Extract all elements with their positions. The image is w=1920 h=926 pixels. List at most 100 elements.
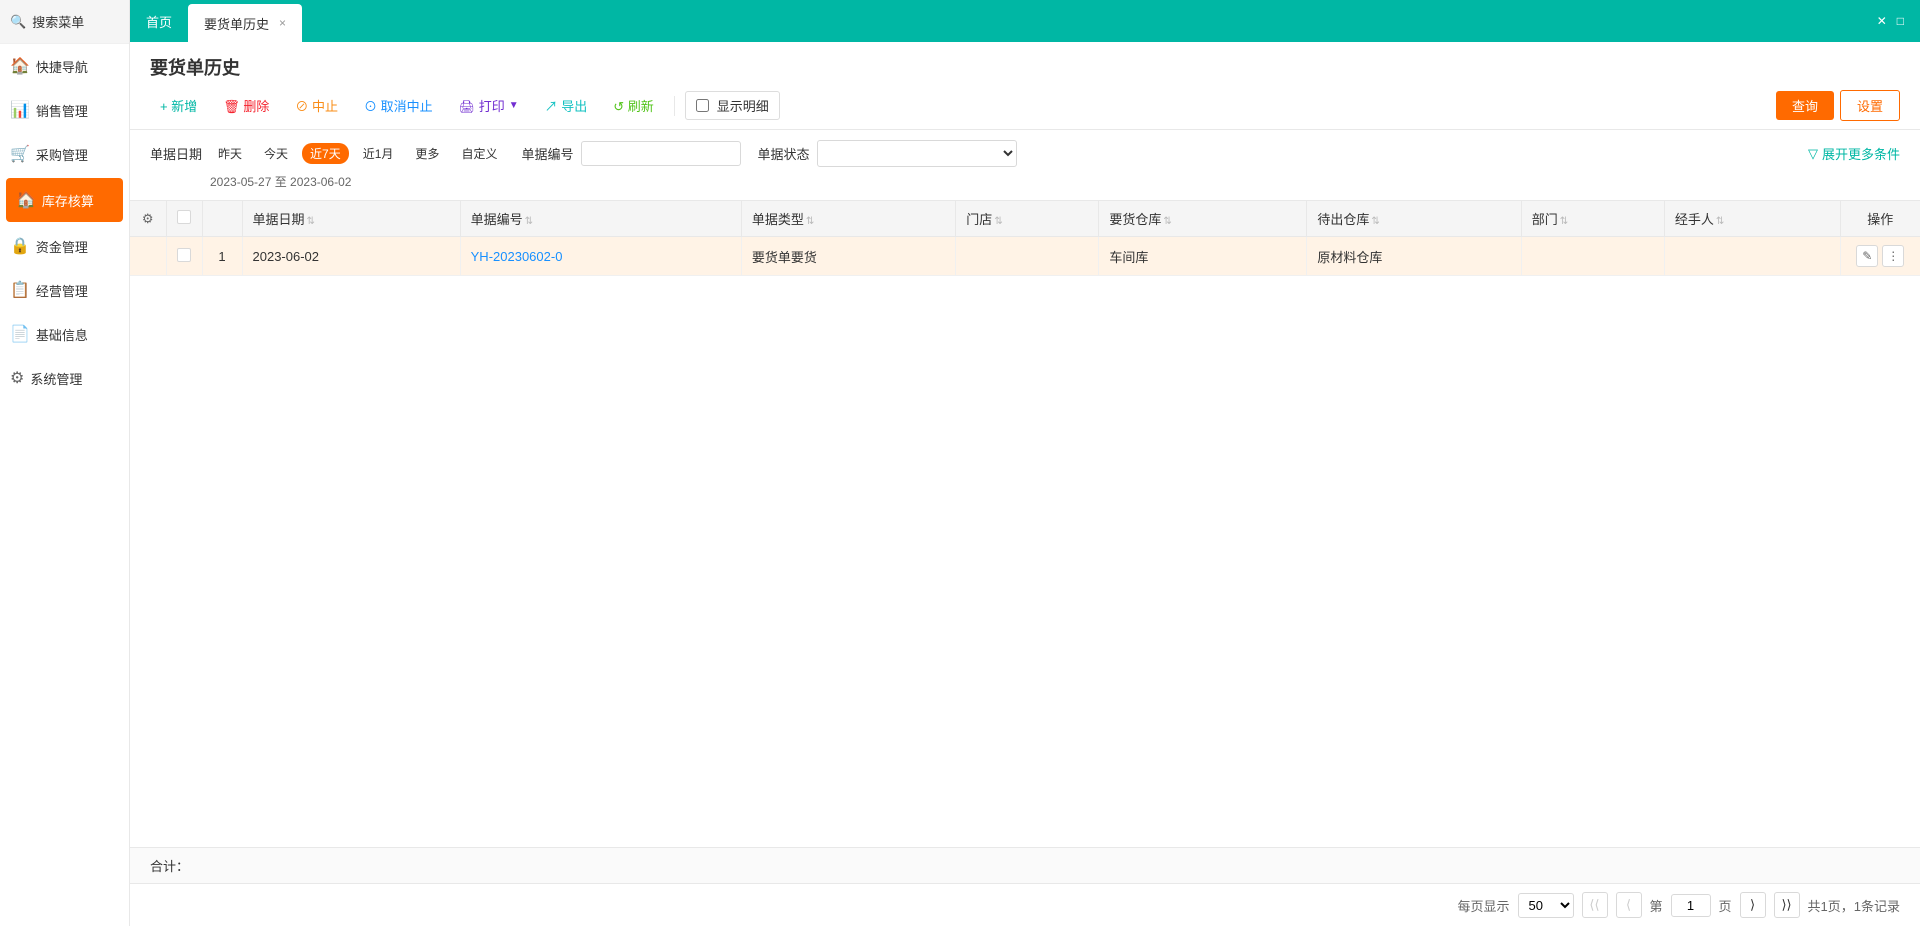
data-table: ⚙单据日期⇅单据编号⇅单据类型⇅门店⇅要货仓库⇅待出仓库⇅部门⇅经手人⇅操作 1… [130,201,1920,276]
col-header-pending_warehouse[interactable]: 待出仓库⇅ [1307,201,1521,237]
inventory-icon: 🏠 [16,190,36,210]
page-title: 要货单历史 [150,54,1900,80]
topbar: 首页要货单历史× ✕ □ [130,0,1920,42]
store-cell [956,237,1099,276]
date-cell: 2023-06-02 [242,237,460,276]
table-wrapper: ⚙单据日期⇅单据编号⇅单据类型⇅门店⇅要货仓库⇅待出仓库⇅部门⇅经手人⇅操作 1… [130,201,1920,847]
handler-cell [1664,237,1840,276]
col-header-handler[interactable]: 经手人⇅ [1664,201,1840,237]
col-header-store[interactable]: 门店⇅ [956,201,1099,237]
expand-more-label: 展开更多条件 [1822,144,1900,163]
date-shortcut-今天[interactable]: 今天 [256,143,296,164]
sidebar-item-basic-info[interactable]: 📄基础信息 [0,312,129,356]
print-button[interactable]: 🖨 打印 ▼ [449,92,529,119]
bill-no-input[interactable] [581,141,741,166]
expand-more-btn[interactable]: ▽ 展开更多条件 [1808,144,1900,163]
col-label-department: 部门 [1532,212,1558,227]
tab-requisition-history[interactable]: 要货单历史× [188,4,302,42]
col-label-date: 单据日期 [253,212,305,227]
sidebar-search-label: 搜索菜单 [32,12,84,31]
query-button[interactable]: 查询 [1776,91,1834,120]
finance-icon: 🔒 [10,236,30,256]
sort-icon-handler[interactable]: ⇅ [1716,216,1724,227]
sidebar-item-inventory[interactable]: 🏠 库存核算 [6,178,123,222]
checkbox-cell [166,237,202,276]
sort-icon-department[interactable]: ⇅ [1560,216,1568,227]
page-header: 要货单历史 + 新增 🗑 删除 ⊘ 中止 ⊙ 取消中止 🖨 打印 ▼ ↗ 导出 … [130,42,1920,130]
search-icon: 🔍 [10,14,26,30]
bill-no-link[interactable]: YH-20230602-0 [471,249,563,264]
sidebar-item-finance[interactable]: 🔒资金管理 [0,224,129,268]
col-header-bill_type[interactable]: 单据类型⇅ [741,201,955,237]
page-input[interactable] [1671,894,1711,917]
operations-icon: 📋 [10,280,30,300]
row-edit-btn[interactable]: ✎ [1856,245,1878,267]
sort-icon-store[interactable]: ⇅ [994,216,1002,227]
toolbar: + 新增 🗑 删除 ⊘ 中止 ⊙ 取消中止 🖨 打印 ▼ ↗ 导出 ↺ 刷新 显… [150,90,1900,129]
header-checkbox[interactable] [177,210,191,224]
col-label-handler: 经手人 [1675,212,1714,227]
settings-button[interactable]: 设置 [1840,90,1900,121]
bill-no-label: 单据编号 [521,144,573,163]
col-label-pending_warehouse: 待出仓库 [1317,212,1369,227]
stop-button[interactable]: ⊘ 中止 [285,92,348,119]
bill-status-select[interactable] [817,140,1017,167]
sort-icon-bill_type[interactable]: ⇅ [806,216,814,227]
add-button[interactable]: + 新增 [150,92,207,119]
export-button[interactable]: ↗ 导出 [535,92,598,119]
last-page-btn[interactable]: ⟩⟩ [1774,892,1800,918]
tab-home[interactable]: 首页 [130,0,188,42]
quick-nav-icon: 🏠 [10,56,30,76]
prev-page-btn[interactable]: ⟨ [1616,892,1642,918]
date-shortcut-自定义[interactable]: 自定义 [453,143,505,164]
table-footer: 合计： [130,847,1920,883]
next-page-btn[interactable]: ⟩ [1740,892,1766,918]
refresh-button[interactable]: ↺ 刷新 [603,92,664,119]
sidebar-item-sales[interactable]: 📊销售管理 [0,88,129,132]
date-shortcut-更多[interactable]: 更多 [407,143,447,164]
col-label-bill_type: 单据类型 [752,212,804,227]
date-shortcut-近1月[interactable]: 近1月 [355,143,402,164]
date-shortcut-近7天[interactable]: 近7天 [302,143,349,164]
sidebar-label-basic-info: 基础信息 [36,325,88,344]
row-checkbox[interactable] [177,248,191,262]
window-close-btn[interactable]: ✕ [1877,14,1887,28]
col-header-req_warehouse[interactable]: 要货仓库⇅ [1099,201,1307,237]
sidebar: 🔍 搜索菜单 🏠快捷导航📊销售管理🛒采购管理 🏠 库存核算 🔒资金管理 📋 经营管理 📄基础… [0,0,130,926]
col-header-date[interactable]: 单据日期⇅ [242,201,460,237]
sidebar-search[interactable]: 🔍 搜索菜单 [0,0,129,44]
date-shortcut-昨天[interactable]: 昨天 [210,143,250,164]
delete-button[interactable]: 🗑 删除 [213,92,279,119]
sort-icon-date[interactable]: ⇅ [307,216,315,227]
sort-icon-bill_no[interactable]: ⇅ [525,216,533,227]
page-size-label: 每页显示 [1457,896,1509,915]
pending-warehouse-cell: 原材料仓库 [1307,237,1521,276]
sidebar-label-operations: 经营管理 [36,281,88,300]
page-size-select[interactable]: 2050100200 [1518,893,1574,918]
filter-row-main: 单据日期 昨天今天近7天近1月更多自定义 单据编号 单据状态 ▽ [150,140,1900,167]
show-detail-label: 显示明细 [717,96,769,115]
window-maximize-btn[interactable]: □ [1897,14,1904,28]
sidebar-item-purchase[interactable]: 🛒采购管理 [0,132,129,176]
show-detail-input[interactable] [696,99,709,112]
sidebar-item-system[interactable]: ⚙系统管理 [0,356,129,400]
sidebar-item-quick-nav[interactable]: 🏠快捷导航 [0,44,129,88]
table-body: 12023-06-02YH-20230602-0要货单要货车间库原材料仓库✎⋮ [130,237,1920,276]
settings-cell [130,237,166,276]
sidebar-label-inventory: 库存核算 [42,191,94,210]
ops-cell: ✎⋮ [1840,237,1920,276]
purchase-icon: 🛒 [10,144,30,164]
col-header-bill_no[interactable]: 单据编号⇅ [460,201,741,237]
col-header-department[interactable]: 部门⇅ [1521,201,1664,237]
first-page-btn[interactable]: ⟨⟨ [1582,892,1608,918]
print-dropdown-icon[interactable]: ▼ [509,100,519,111]
sort-icon-pending_warehouse[interactable]: ⇅ [1371,216,1379,227]
cancel-stop-button[interactable]: ⊙ 取消中止 [354,92,443,119]
col-header-num [202,201,242,237]
row-delete-btn[interactable]: ⋮ [1882,245,1904,267]
sidebar-item-operations[interactable]: 📋 经营管理 [0,268,129,312]
col-label-req_warehouse: 要货仓库 [1109,212,1161,227]
tab-close-requisition-history[interactable]: × [279,16,286,30]
sort-icon-req_warehouse[interactable]: ⇅ [1163,216,1171,227]
show-detail-checkbox[interactable]: 显示明细 [685,91,780,120]
